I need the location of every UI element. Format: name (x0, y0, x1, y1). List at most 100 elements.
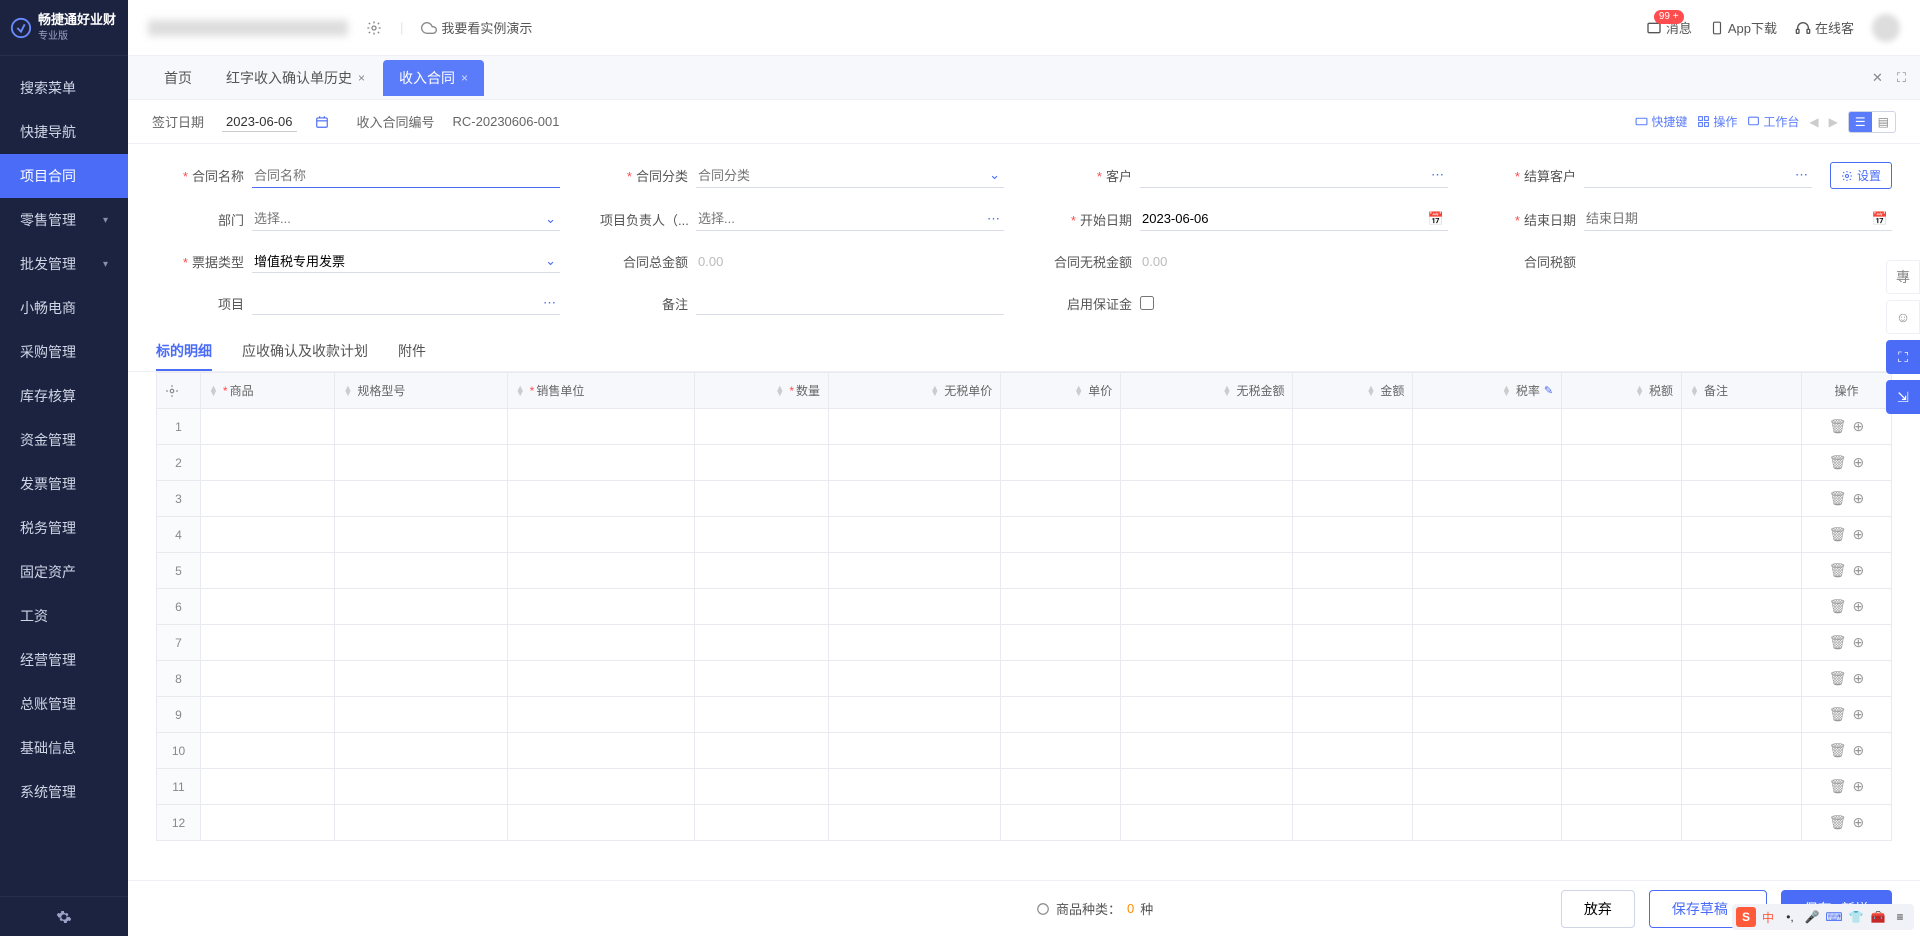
user-avatar[interactable] (1872, 14, 1900, 42)
cell[interactable] (1121, 661, 1293, 697)
cell[interactable] (201, 481, 335, 517)
cell[interactable] (1121, 625, 1293, 661)
next-nav[interactable]: ▶ (1829, 115, 1838, 129)
start-date-input[interactable] (1140, 207, 1424, 230)
workbench-tool[interactable]: 工作台 (1747, 113, 1799, 130)
cell[interactable] (1682, 625, 1802, 661)
cell[interactable] (507, 553, 694, 589)
cell[interactable] (1293, 409, 1413, 445)
cell[interactable] (201, 589, 335, 625)
sign-date-value[interactable]: 2023-06-06 (222, 112, 297, 132)
cell[interactable] (1293, 697, 1413, 733)
cell[interactable] (1682, 409, 1802, 445)
column-header-9[interactable]: ▲▼税额 (1562, 373, 1682, 409)
cell[interactable] (1001, 409, 1121, 445)
cell[interactable] (201, 661, 335, 697)
column-header-5[interactable]: ▲▼单价 (1001, 373, 1121, 409)
table-row[interactable]: 4🗑⊕ (157, 517, 1892, 553)
cell[interactable] (335, 733, 507, 769)
calendar-icon[interactable] (315, 115, 329, 129)
tab-2[interactable]: 收入合同× (383, 60, 484, 96)
cell[interactable] (1001, 517, 1121, 553)
delete-icon[interactable]: 🗑 (1829, 454, 1847, 470)
tab-1[interactable]: 红字收入确认单历史× (210, 60, 381, 96)
shortcut-tool[interactable]: 快捷键 (1635, 113, 1687, 130)
cell[interactable] (1562, 625, 1682, 661)
cell[interactable] (1413, 445, 1562, 481)
project-input[interactable] (252, 291, 539, 314)
settle-customer-input[interactable] (1584, 164, 1791, 187)
sidebar-item-16[interactable]: 系统管理 (0, 770, 128, 814)
table-row[interactable]: 10🗑⊕ (157, 733, 1892, 769)
cell[interactable] (1001, 661, 1121, 697)
cell[interactable] (694, 805, 828, 841)
cell[interactable] (1562, 769, 1682, 805)
tab-expand[interactable]: ⛶ (1893, 66, 1910, 90)
detail-tab-1[interactable]: 应收确认及收款计划 (242, 333, 368, 371)
cell[interactable] (1121, 733, 1293, 769)
cell[interactable] (1562, 481, 1682, 517)
sidebar-item-7[interactable]: 库存核算 (0, 374, 128, 418)
cell[interactable] (829, 625, 1001, 661)
float-fullscreen[interactable]: ⛶ (1886, 340, 1920, 374)
contract-cat-input[interactable] (696, 164, 985, 187)
sidebar-item-0[interactable]: 搜索菜单 (0, 66, 128, 110)
cell[interactable] (1562, 733, 1682, 769)
calendar-icon[interactable]: 📅 (1868, 211, 1892, 227)
table-row[interactable]: 3🗑⊕ (157, 481, 1892, 517)
sidebar-item-5[interactable]: 小畅电商 (0, 286, 128, 330)
cell[interactable] (335, 625, 507, 661)
cell[interactable] (829, 517, 1001, 553)
delete-icon[interactable]: 🗑 (1829, 742, 1847, 758)
cell[interactable] (1562, 409, 1682, 445)
cell[interactable] (1121, 697, 1293, 733)
cell[interactable] (335, 805, 507, 841)
cell[interactable] (335, 481, 507, 517)
delete-icon[interactable]: 🗑 (1829, 526, 1847, 542)
cell[interactable] (1413, 481, 1562, 517)
table-row[interactable]: 5🗑⊕ (157, 553, 1892, 589)
ime-lang[interactable]: 中 (1758, 907, 1778, 927)
sort-icon[interactable]: ▲▼ (516, 386, 525, 396)
more-icon[interactable]: ⋯ (983, 211, 1004, 227)
cell[interactable] (201, 553, 335, 589)
messages-button[interactable]: 消息 99 + (1646, 18, 1692, 37)
sidebar-item-14[interactable]: 总账管理 (0, 682, 128, 726)
table-row[interactable]: 7🗑⊕ (157, 625, 1892, 661)
cell[interactable] (335, 553, 507, 589)
cell[interactable] (694, 481, 828, 517)
cell[interactable] (335, 697, 507, 733)
copy-icon[interactable]: ⊕ (1853, 490, 1865, 506)
cell[interactable] (1001, 625, 1121, 661)
sort-icon[interactable]: ▲▼ (930, 386, 939, 396)
ime-keyboard-icon[interactable]: ⌨ (1824, 907, 1844, 927)
cell[interactable] (1293, 805, 1413, 841)
settings-icon[interactable] (366, 20, 382, 36)
cell[interactable] (694, 625, 828, 661)
cell[interactable] (829, 769, 1001, 805)
cell[interactable] (1682, 697, 1802, 733)
column-header-4[interactable]: ▲▼无税单价 (829, 373, 1001, 409)
cell[interactable] (1562, 697, 1682, 733)
cell[interactable] (1562, 589, 1682, 625)
cell[interactable] (507, 409, 694, 445)
cell[interactable] (829, 805, 1001, 841)
cell[interactable] (829, 697, 1001, 733)
table-row[interactable]: 2🗑⊕ (157, 445, 1892, 481)
column-header-1[interactable]: ▲▼规格型号 (335, 373, 507, 409)
cell[interactable] (1413, 805, 1562, 841)
remark-input[interactable] (696, 291, 1004, 314)
ime-skin-icon[interactable]: 👕 (1846, 907, 1866, 927)
cell[interactable] (1293, 517, 1413, 553)
sidebar-item-10[interactable]: 税务管理 (0, 506, 128, 550)
cell[interactable] (201, 733, 335, 769)
cell[interactable] (694, 769, 828, 805)
cell[interactable] (1293, 589, 1413, 625)
sort-icon[interactable]: ▲▼ (1690, 386, 1699, 396)
cell[interactable] (507, 445, 694, 481)
cell[interactable] (1413, 625, 1562, 661)
delete-icon[interactable]: 🗑 (1829, 706, 1847, 722)
cell[interactable] (1001, 805, 1121, 841)
ops-tool[interactable]: 操作 (1697, 113, 1737, 130)
owner-input[interactable] (696, 207, 983, 230)
